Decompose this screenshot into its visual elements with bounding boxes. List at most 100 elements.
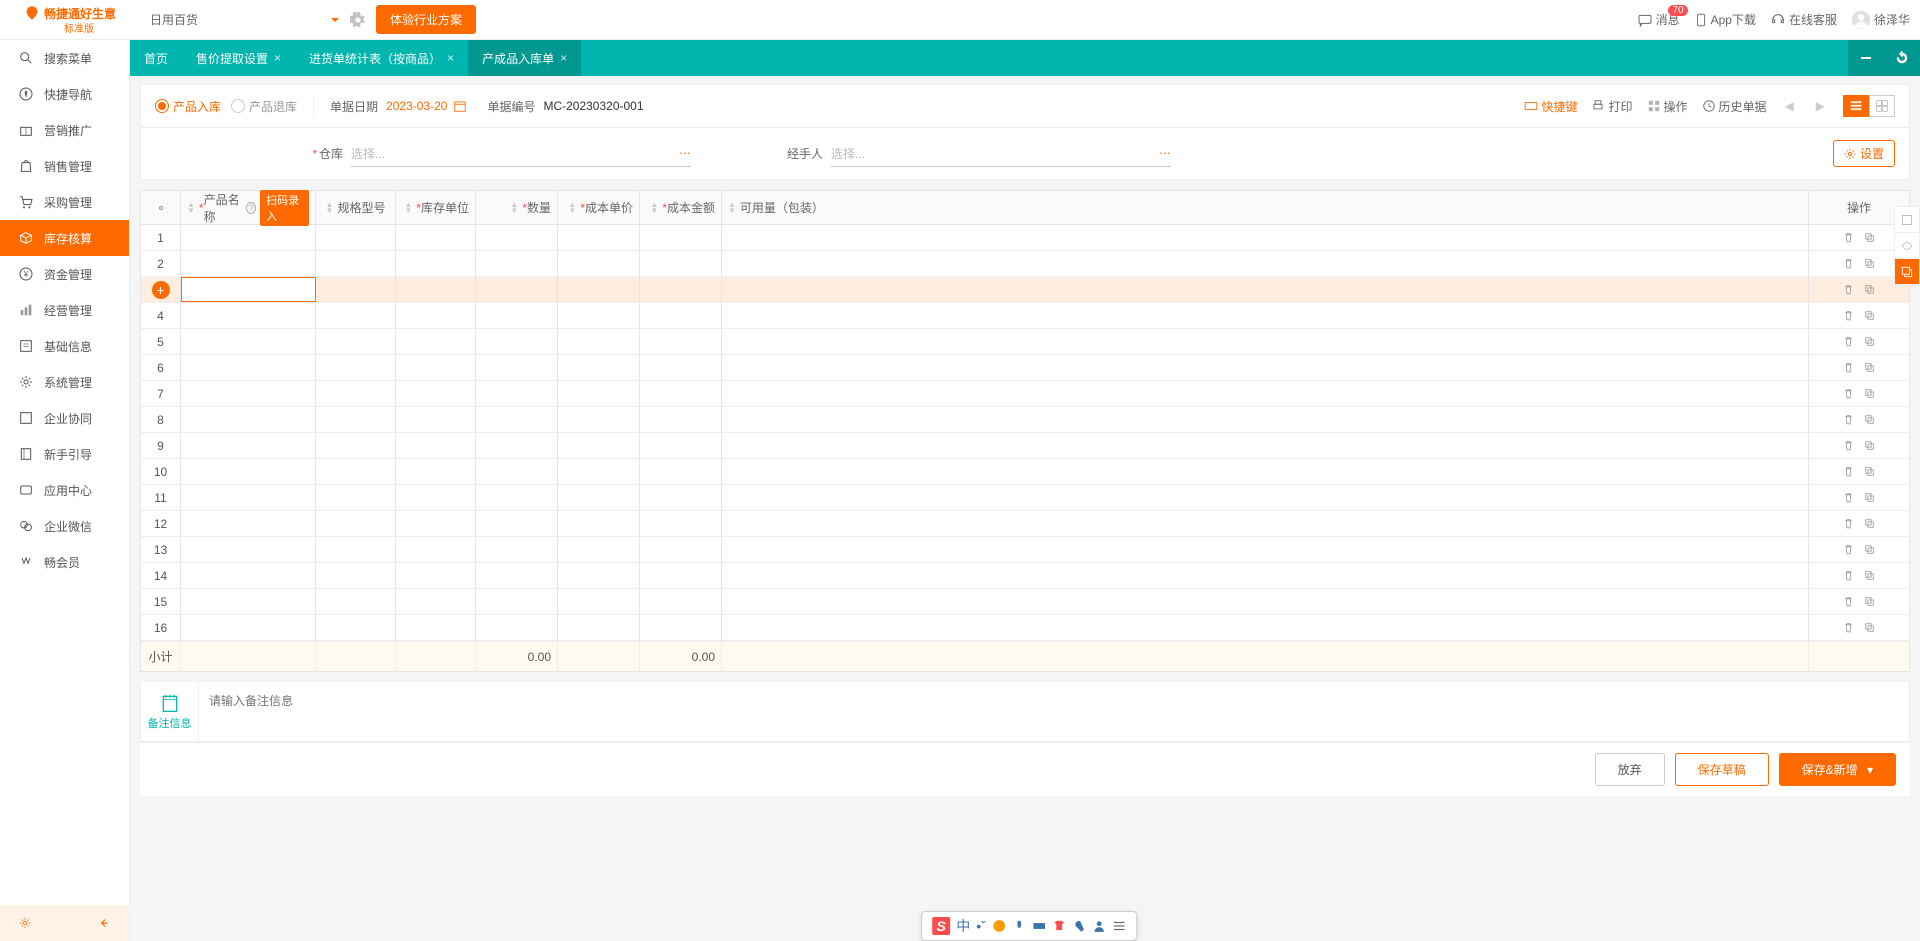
delete-icon[interactable] [1842, 543, 1855, 556]
copy-icon[interactable] [1863, 387, 1876, 400]
copy-icon[interactable] [1863, 595, 1876, 608]
sidebar-item-gear[interactable]: 系统管理 [0, 364, 129, 400]
col-unit[interactable]: ▲▼ *库存单位 [396, 191, 476, 224]
tab-1[interactable]: 售价提取设置× [182, 40, 295, 76]
scan-input-button[interactable]: 扫码录入 [260, 190, 309, 226]
app-download-link[interactable]: App下载 [1694, 11, 1756, 28]
copy-icon[interactable] [1863, 517, 1876, 530]
try-industry-button[interactable]: 体验行业方案 [376, 5, 476, 34]
delete-icon[interactable] [1842, 387, 1855, 400]
sidebar-item-search[interactable]: 搜索菜单 [0, 40, 129, 76]
table-row[interactable]: 13 [141, 537, 1909, 563]
sidebar-item-cart[interactable]: 采购管理 [0, 184, 129, 220]
delete-icon[interactable] [1842, 439, 1855, 452]
tab-0[interactable]: 首页 [130, 40, 182, 76]
delete-icon[interactable] [1842, 413, 1855, 426]
view-grid-button[interactable] [1869, 95, 1895, 117]
view-list-button[interactable] [1843, 95, 1869, 117]
operator-input[interactable]: 选择... ⋯ [831, 141, 1171, 167]
ime-toolbar[interactable]: S 中 •ˇ [921, 911, 1137, 941]
gear-icon[interactable] [18, 916, 32, 930]
table-row[interactable]: 6 [141, 355, 1909, 381]
tab-2[interactable]: 进货单统计表（按商品）× [295, 40, 468, 76]
sidebar-item-compass[interactable]: 快捷导航 [0, 76, 129, 112]
table-row[interactable]: 2 [141, 251, 1909, 277]
sidebar-item-wechat[interactable]: 企业微信 [0, 508, 129, 544]
print-link[interactable]: 打印 [1591, 98, 1632, 115]
sidebar-item-info[interactable]: 基础信息 [0, 328, 129, 364]
copy-icon[interactable] [1863, 439, 1876, 452]
date-value[interactable]: 2023-03-20 [386, 99, 447, 113]
copy-icon[interactable] [1863, 465, 1876, 478]
keyboard-icon[interactable] [1032, 919, 1046, 933]
delete-icon[interactable] [1842, 517, 1855, 530]
table-row[interactable]: 14 [141, 563, 1909, 589]
copy-icon[interactable] [1863, 413, 1876, 426]
col-product-name[interactable]: ▲▼ *产品名称 ? 扫码录入 [181, 191, 316, 224]
float-item-3[interactable] [1895, 259, 1919, 285]
tab-minimize-button[interactable] [1848, 40, 1884, 76]
col-qty[interactable]: ▲▼ *数量 [476, 191, 558, 224]
delete-icon[interactable] [1842, 231, 1855, 244]
col-model[interactable]: ▲▼ 规格型号 [316, 191, 396, 224]
mic-icon[interactable] [1012, 919, 1026, 933]
table-row[interactable]: 4 [141, 303, 1909, 329]
smile-icon[interactable] [992, 919, 1006, 933]
copy-icon[interactable] [1863, 309, 1876, 322]
sidebar-item-vip[interactable]: 畅会员 [0, 544, 129, 580]
sidebar-item-gift[interactable]: 营销推广 [0, 112, 129, 148]
table-row[interactable]: 7 [141, 381, 1909, 407]
close-icon[interactable]: × [447, 51, 454, 65]
delete-icon[interactable] [1842, 283, 1855, 296]
float-item-2[interactable] [1895, 233, 1919, 259]
category-select[interactable]: 日用百货 [150, 11, 340, 28]
save-new-button[interactable]: 保存&新增 ▾ [1779, 753, 1896, 786]
table-row[interactable]: 1 [141, 225, 1909, 251]
more-icon[interactable]: ⋯ [679, 146, 691, 160]
sidebar-item-app[interactable]: 应用中心 [0, 472, 129, 508]
tab-refresh-button[interactable] [1884, 40, 1920, 76]
table-row[interactable]: 9 [141, 433, 1909, 459]
outbound-radio[interactable]: 产品退库 [231, 98, 297, 115]
copy-icon[interactable] [1863, 361, 1876, 374]
user-menu[interactable]: 徐泽华 [1851, 10, 1910, 30]
help-icon[interactable]: ? [246, 202, 256, 214]
delete-icon[interactable] [1842, 361, 1855, 374]
shortcut-link[interactable]: 快捷键 [1524, 98, 1577, 115]
copy-icon[interactable] [1863, 543, 1876, 556]
warehouse-input[interactable]: 选择... ⋯ [351, 141, 691, 167]
delete-icon[interactable] [1842, 621, 1855, 634]
save-draft-button[interactable]: 保存草稿 [1675, 753, 1769, 786]
copy-icon[interactable] [1863, 621, 1876, 634]
copy-icon[interactable] [1863, 569, 1876, 582]
abandon-button[interactable]: 放弃 [1595, 753, 1665, 786]
delete-icon[interactable] [1842, 309, 1855, 322]
next-arrow[interactable]: ▶ [1812, 99, 1829, 113]
user-icon[interactable] [1092, 919, 1106, 933]
collapse-icon[interactable] [97, 916, 111, 930]
delete-icon[interactable] [1842, 465, 1855, 478]
table-row[interactable]: 10 [141, 459, 1909, 485]
sidebar-item-chart[interactable]: 经营管理 [0, 292, 129, 328]
skin-icon[interactable] [1052, 919, 1066, 933]
sidebar-item-team[interactable]: 企业协同 [0, 400, 129, 436]
messages-link[interactable]: 消息 70 [1637, 11, 1680, 28]
menu-icon[interactable] [1112, 919, 1126, 933]
col-price[interactable]: ▲▼ *成本单价 [558, 191, 640, 224]
col-amount[interactable]: ▲▼ *成本金额 [640, 191, 722, 224]
delete-icon[interactable] [1842, 569, 1855, 582]
sidebar-item-book[interactable]: 新手引导 [0, 436, 129, 472]
sidebar-item-bag[interactable]: 销售管理 [0, 148, 129, 184]
copy-icon[interactable] [1863, 231, 1876, 244]
float-item-1[interactable] [1895, 207, 1919, 233]
tab-3[interactable]: 产成品入库单× [468, 40, 581, 76]
delete-icon[interactable] [1842, 595, 1855, 608]
delete-icon[interactable] [1842, 491, 1855, 504]
more-icon[interactable]: ⋯ [1159, 146, 1171, 160]
copy-icon[interactable] [1863, 491, 1876, 504]
prev-arrow[interactable]: ◀ [1781, 99, 1798, 113]
table-row[interactable]: 12 [141, 511, 1909, 537]
sidebar-item-box[interactable]: 库存核算 [0, 220, 129, 256]
close-icon[interactable]: × [560, 51, 567, 65]
table-row[interactable]: 16 [141, 615, 1909, 641]
